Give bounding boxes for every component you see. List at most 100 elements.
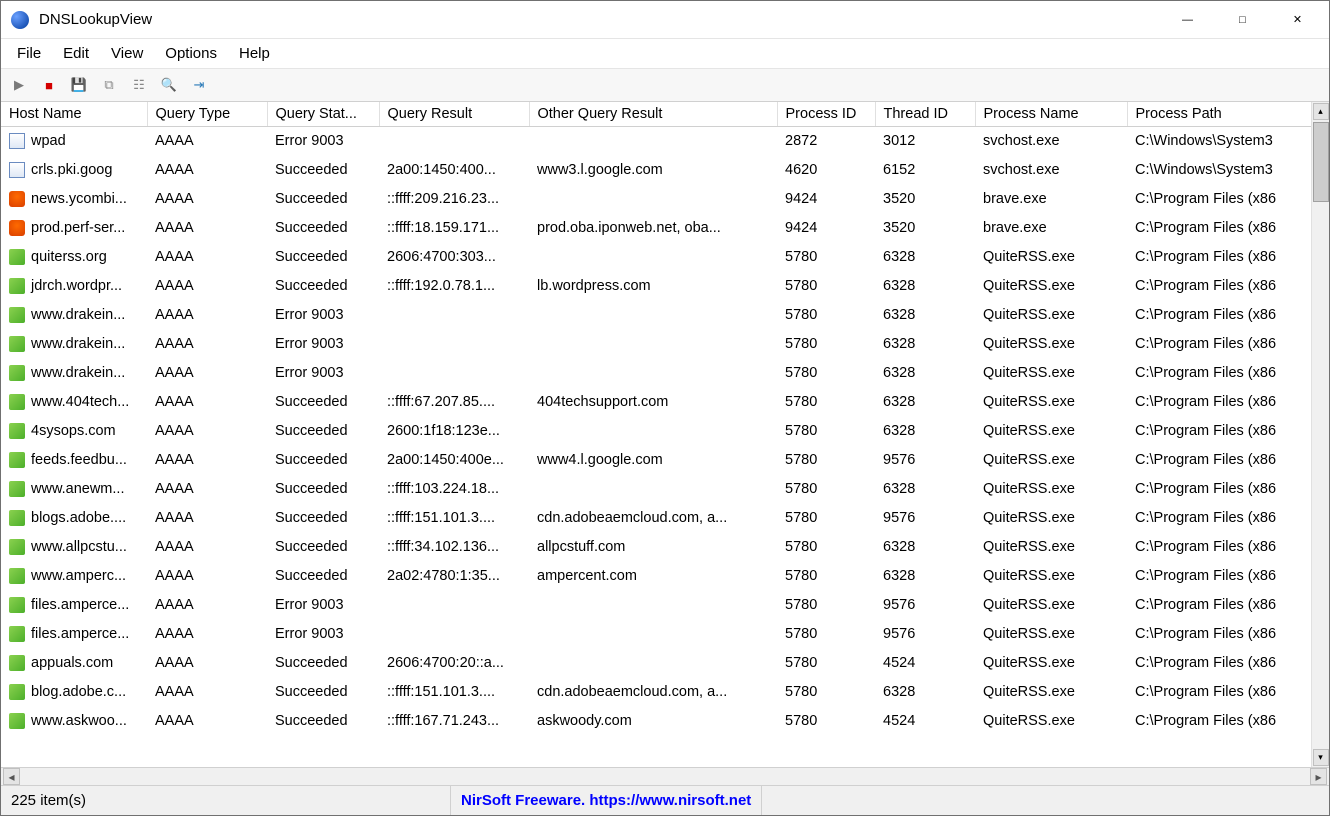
- table-area: Host NameQuery TypeQuery Stat...Query Re…: [1, 102, 1329, 767]
- query-type: AAAA: [147, 417, 267, 446]
- process-path: C:\Program Files (x86: [1127, 591, 1329, 620]
- table-row[interactable]: www.drakein...AAAAError 900357806328Quit…: [1, 359, 1329, 388]
- table-row[interactable]: feeds.feedbu...AAAASucceeded2a00:1450:40…: [1, 446, 1329, 475]
- scroll-left-icon[interactable]: ◂: [3, 768, 20, 785]
- app-window: DNSLookupView — □ ✕ FileEditViewOptionsH…: [0, 0, 1330, 816]
- exit-icon[interactable]: ⇥: [187, 73, 211, 97]
- col-header-6[interactable]: Thread ID: [875, 102, 975, 127]
- table-row[interactable]: crls.pki.googAAAASucceeded2a00:1450:400.…: [1, 156, 1329, 185]
- table-row[interactable]: 4sysops.comAAAASucceeded2600:1f18:123e..…: [1, 417, 1329, 446]
- query-status: Succeeded: [267, 156, 379, 185]
- scroll-up-icon[interactable]: ▴: [1313, 103, 1329, 120]
- thread-id: 6328: [875, 678, 975, 707]
- process-name: QuiteRSS.exe: [975, 417, 1127, 446]
- process-icon: [9, 713, 25, 729]
- save-icon[interactable]: 💾: [67, 73, 91, 97]
- scroll-down-icon[interactable]: ▾: [1313, 749, 1329, 766]
- table-row[interactable]: www.drakein...AAAAError 900357806328Quit…: [1, 330, 1329, 359]
- menu-edit[interactable]: Edit: [53, 41, 99, 66]
- table-row[interactable]: www.amperc...AAAASucceeded2a02:4780:1:35…: [1, 562, 1329, 591]
- process-icon: [9, 568, 25, 584]
- find-icon[interactable]: 🔍: [157, 73, 181, 97]
- query-type: AAAA: [147, 330, 267, 359]
- table-row[interactable]: appuals.comAAAASucceeded2606:4700:20::a.…: [1, 649, 1329, 678]
- stop-capture-icon[interactable]: ■: [37, 73, 61, 97]
- query-type: AAAA: [147, 127, 267, 156]
- process-id: 5780: [777, 243, 875, 272]
- scroll-right-icon[interactable]: ▸: [1310, 768, 1327, 785]
- other-query-result: [529, 243, 777, 272]
- query-status: Succeeded: [267, 504, 379, 533]
- other-query-result: cdn.adobeaemcloud.com, a...: [529, 678, 777, 707]
- table-row[interactable]: jdrch.wordpr...AAAASucceeded::ffff:192.0…: [1, 272, 1329, 301]
- process-icon: [9, 423, 25, 439]
- host-name: www.askwoo...: [31, 713, 127, 729]
- query-result: ::ffff:167.71.243...: [379, 707, 529, 736]
- query-status: Succeeded: [267, 214, 379, 243]
- process-name: QuiteRSS.exe: [975, 649, 1127, 678]
- col-header-7[interactable]: Process Name: [975, 102, 1127, 127]
- vertical-scrollbar[interactable]: ▴ ▾: [1311, 102, 1329, 767]
- table-row[interactable]: files.amperce...AAAAError 900357809576Qu…: [1, 620, 1329, 649]
- thread-id: 6152: [875, 156, 975, 185]
- process-name: QuiteRSS.exe: [975, 678, 1127, 707]
- process-path: C:\Program Files (x86: [1127, 678, 1329, 707]
- host-name: www.404tech...: [31, 394, 129, 410]
- thread-id: 6328: [875, 301, 975, 330]
- table-row[interactable]: www.drakein...AAAAError 900357806328Quit…: [1, 301, 1329, 330]
- query-type: AAAA: [147, 707, 267, 736]
- status-item-count: 225 item(s): [1, 786, 451, 815]
- table-row[interactable]: quiterss.orgAAAASucceeded2606:4700:303..…: [1, 243, 1329, 272]
- col-header-8[interactable]: Process Path: [1127, 102, 1329, 127]
- host-name: files.amperce...: [31, 597, 129, 613]
- process-id: 9424: [777, 214, 875, 243]
- query-status: Error 9003: [267, 301, 379, 330]
- query-status: Succeeded: [267, 649, 379, 678]
- table-row[interactable]: www.askwoo...AAAASucceeded::ffff:167.71.…: [1, 707, 1329, 736]
- col-header-0[interactable]: Host Name: [1, 102, 147, 127]
- table-row[interactable]: news.ycombi...AAAASucceeded::ffff:209.21…: [1, 185, 1329, 214]
- close-button[interactable]: ✕: [1270, 4, 1325, 36]
- scroll-thumb[interactable]: [1313, 122, 1329, 202]
- minimize-button[interactable]: —: [1160, 4, 1215, 36]
- process-name: QuiteRSS.exe: [975, 475, 1127, 504]
- process-name: QuiteRSS.exe: [975, 707, 1127, 736]
- menu-file[interactable]: File: [7, 41, 51, 66]
- col-header-3[interactable]: Query Result: [379, 102, 529, 127]
- table-row[interactable]: www.anewm...AAAASucceeded::ffff:103.224.…: [1, 475, 1329, 504]
- process-path: C:\Program Files (x86: [1127, 417, 1329, 446]
- table-row[interactable]: blog.adobe.c...AAAASucceeded::ffff:151.1…: [1, 678, 1329, 707]
- host-cell: www.anewm...: [1, 475, 147, 504]
- query-type: AAAA: [147, 504, 267, 533]
- menu-options[interactable]: Options: [155, 41, 227, 66]
- col-header-5[interactable]: Process ID: [777, 102, 875, 127]
- table-row[interactable]: www.404tech...AAAASucceeded::ffff:67.207…: [1, 388, 1329, 417]
- host-name: www.anewm...: [31, 481, 124, 497]
- table-row[interactable]: files.amperce...AAAAError 900357809576Qu…: [1, 591, 1329, 620]
- query-result: 2600:1f18:123e...: [379, 417, 529, 446]
- menu-help[interactable]: Help: [229, 41, 280, 66]
- table-scroll[interactable]: Host NameQuery TypeQuery Stat...Query Re…: [1, 102, 1329, 767]
- thread-id: 9576: [875, 504, 975, 533]
- table-row[interactable]: www.allpcstu...AAAASucceeded::ffff:34.10…: [1, 533, 1329, 562]
- host-cell: prod.perf-ser...: [1, 214, 147, 243]
- table-row[interactable]: blogs.adobe....AAAASucceeded::ffff:151.1…: [1, 504, 1329, 533]
- thread-id: 6328: [875, 272, 975, 301]
- copy-icon[interactable]: ⧉: [97, 73, 121, 97]
- start-capture-icon[interactable]: ▶: [7, 73, 31, 97]
- host-name: blogs.adobe....: [31, 510, 126, 526]
- col-header-1[interactable]: Query Type: [147, 102, 267, 127]
- process-path: C:\Program Files (x86: [1127, 359, 1329, 388]
- col-header-4[interactable]: Other Query Result: [529, 102, 777, 127]
- table-row[interactable]: prod.perf-ser...AAAASucceeded::ffff:18.1…: [1, 214, 1329, 243]
- maximize-button[interactable]: □: [1215, 4, 1270, 36]
- menu-view[interactable]: View: [101, 41, 153, 66]
- horizontal-scrollbar[interactable]: ◂ ▸: [1, 767, 1329, 785]
- process-id: 9424: [777, 185, 875, 214]
- host-cell: appuals.com: [1, 649, 147, 678]
- process-path: C:\Program Files (x86: [1127, 562, 1329, 591]
- table-row[interactable]: wpadAAAAError 900328723012svchost.exeC:\…: [1, 127, 1329, 156]
- properties-icon[interactable]: ☷: [127, 73, 151, 97]
- process-icon: [9, 278, 25, 294]
- col-header-2[interactable]: Query Stat...: [267, 102, 379, 127]
